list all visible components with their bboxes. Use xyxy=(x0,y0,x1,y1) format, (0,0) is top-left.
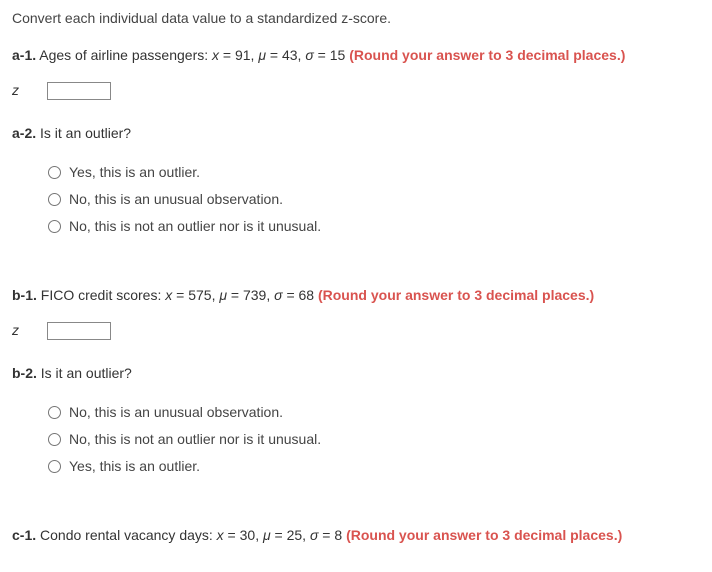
z-label-b1: z xyxy=(12,320,19,341)
label-c1: c-1. xyxy=(12,527,36,543)
radio-a2-2[interactable] xyxy=(48,220,61,233)
options-b2: No, this is an unusual observation. No, … xyxy=(48,402,700,477)
label-b1: b-1. xyxy=(12,287,37,303)
sym-mu-c1: μ xyxy=(263,527,271,543)
val-sg-c1: = 8 xyxy=(318,527,346,543)
label-a1: a-1. xyxy=(12,47,36,63)
option-text-b2-2: Yes, this is an outlier. xyxy=(69,456,200,477)
option-b2-0[interactable]: No, this is an unusual observation. xyxy=(48,402,700,423)
sym-sg-b1: σ xyxy=(274,287,282,303)
sym-mu-b1: μ xyxy=(219,287,227,303)
desc-a1: Ages of airline passengers: xyxy=(36,47,212,63)
option-a2-2[interactable]: No, this is not an outlier nor is it unu… xyxy=(48,216,700,237)
sym-mu-a1: μ xyxy=(258,47,266,63)
option-a2-0[interactable]: Yes, this is an outlier. xyxy=(48,162,700,183)
z-row-b1: z xyxy=(12,320,700,341)
radio-a2-0[interactable] xyxy=(48,166,61,179)
label-b2: b-2. xyxy=(12,365,37,381)
val-sg-a1: = 15 xyxy=(314,47,349,63)
radio-a2-1[interactable] xyxy=(48,193,61,206)
z-label-a1: z xyxy=(12,80,19,101)
prompt-b2: b-2. Is it an outlier? xyxy=(12,363,700,384)
val-mu-c1: = 25, xyxy=(271,527,310,543)
radio-b2-2[interactable] xyxy=(48,460,61,473)
options-a2: Yes, this is an outlier. No, this is an … xyxy=(48,162,700,237)
option-a2-1[interactable]: No, this is an unusual observation. xyxy=(48,189,700,210)
round-note-b1: (Round your answer to 3 decimal places.) xyxy=(318,287,594,303)
desc-c1: Condo rental vacancy days: xyxy=(36,527,217,543)
sym-x-c1: x xyxy=(217,527,224,543)
prompt-a1: a-1. Ages of airline passengers: x = 91,… xyxy=(12,45,700,66)
part-a2: a-2. Is it an outlier? Yes, this is an o… xyxy=(12,123,700,237)
val-x-c1: = 30, xyxy=(224,527,263,543)
round-note-c1: (Round your answer to 3 decimal places.) xyxy=(346,527,622,543)
sym-sg-a1: σ xyxy=(305,47,313,63)
option-text-a2-2: No, this is not an outlier nor is it unu… xyxy=(69,216,321,237)
part-b2: b-2. Is it an outlier? No, this is an un… xyxy=(12,363,700,477)
round-note-a1: (Round your answer to 3 decimal places.) xyxy=(349,47,625,63)
z-row-a1: z xyxy=(12,80,700,101)
option-text-b2-0: No, this is an unusual observation. xyxy=(69,402,283,423)
val-x-a1: = 91, xyxy=(219,47,258,63)
part-b1: b-1. FICO credit scores: x = 575, μ = 73… xyxy=(12,285,700,341)
part-c1: c-1. Condo rental vacancy days: x = 30, … xyxy=(12,525,700,546)
val-mu-a1: = 43, xyxy=(266,47,305,63)
val-sg-b1: = 68 xyxy=(283,287,318,303)
prompt-a2: a-2. Is it an outlier? xyxy=(12,123,700,144)
val-x-b1: = 575, xyxy=(172,287,219,303)
option-b2-1[interactable]: No, this is not an outlier nor is it unu… xyxy=(48,429,700,450)
radio-b2-1[interactable] xyxy=(48,433,61,446)
option-b2-2[interactable]: Yes, this is an outlier. xyxy=(48,456,700,477)
option-text-a2-1: No, this is an unusual observation. xyxy=(69,189,283,210)
radio-b2-0[interactable] xyxy=(48,406,61,419)
question-a2: Is it an outlier? xyxy=(36,125,131,141)
option-text-b2-1: No, this is not an outlier nor is it unu… xyxy=(69,429,321,450)
label-a2: a-2. xyxy=(12,125,36,141)
question-b2: Is it an outlier? xyxy=(37,365,132,381)
z-input-a1[interactable] xyxy=(47,82,111,100)
z-input-b1[interactable] xyxy=(47,322,111,340)
sym-x-a1: x xyxy=(212,47,219,63)
prompt-b1: b-1. FICO credit scores: x = 575, μ = 73… xyxy=(12,285,700,306)
intro-text: Convert each individual data value to a … xyxy=(12,8,700,29)
option-text-a2-0: Yes, this is an outlier. xyxy=(69,162,200,183)
part-a1: a-1. Ages of airline passengers: x = 91,… xyxy=(12,45,700,101)
desc-b1: FICO credit scores: xyxy=(37,287,165,303)
prompt-c1: c-1. Condo rental vacancy days: x = 30, … xyxy=(12,525,700,546)
val-mu-b1: = 739, xyxy=(227,287,274,303)
